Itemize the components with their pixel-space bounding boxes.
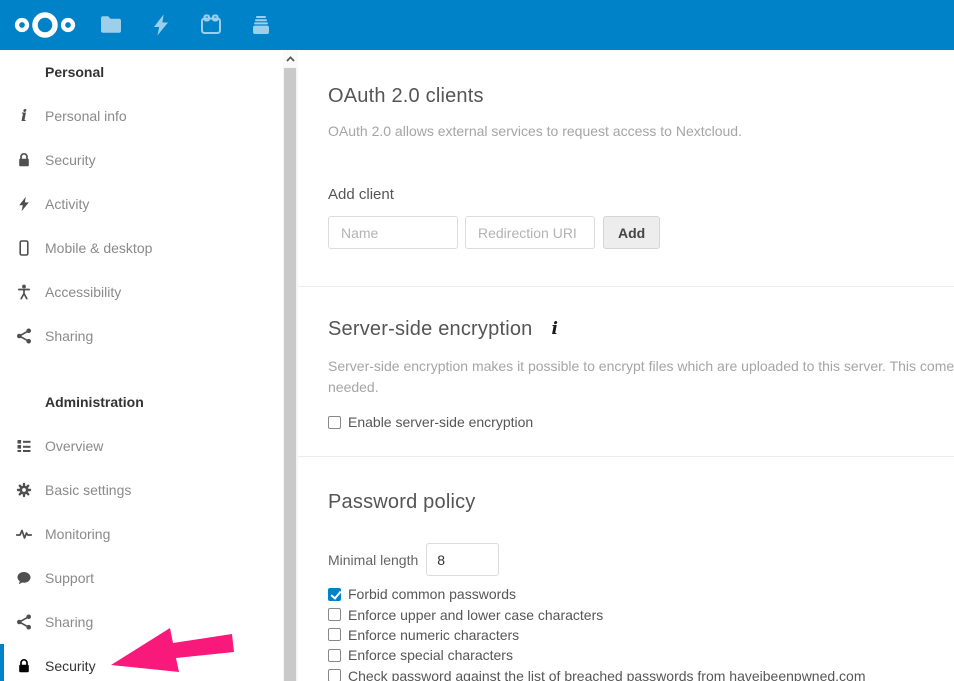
sidebar-scrollbar[interactable] [283, 50, 298, 681]
sidebar-item-sharing-personal[interactable]: Sharing [0, 314, 283, 358]
info-icon: i [16, 108, 32, 124]
nextcloud-logo[interactable] [12, 8, 78, 42]
add-client-heading: Add client [328, 186, 924, 203]
sidebar-item-mobile-desktop[interactable]: Mobile & desktop [0, 226, 283, 270]
scroll-up-button[interactable] [283, 50, 298, 67]
password-policy-options: Forbid common passwords Enforce upper an… [328, 584, 924, 681]
enforce-upper-lower-checkbox[interactable] [328, 608, 341, 621]
files-folder-icon[interactable] [99, 13, 123, 37]
checkbox-label: Forbid common passwords [348, 586, 516, 602]
section-password-policy: Password policy Minimal length Forbid co… [298, 457, 954, 681]
sidebar-item-label: Personal info [45, 108, 127, 124]
encryption-title: Server-side encryption [328, 317, 533, 341]
sidebar-item-overview[interactable]: Overview [0, 424, 283, 468]
mobile-icon [16, 240, 32, 256]
app-navigation [99, 0, 273, 50]
sidebar-item-label: Basic settings [45, 482, 131, 498]
policy-row-special: Enforce special characters [328, 645, 924, 665]
top-header [0, 0, 954, 50]
sidebar-item-label: Security [45, 152, 96, 168]
minimal-length-label: Minimal length [328, 552, 418, 568]
lock-icon [16, 152, 32, 168]
sidebar-item-security-admin[interactable]: Security [0, 644, 283, 681]
share-icon [16, 614, 32, 630]
accessibility-icon [16, 284, 32, 300]
activity-bolt-icon[interactable] [149, 13, 173, 37]
minimal-length-row: Minimal length [328, 543, 924, 576]
sidebar-item-label: Monitoring [45, 526, 110, 542]
sidebar-item-label: Security [45, 658, 96, 674]
enforce-special-checkbox[interactable] [328, 649, 341, 662]
scrollbar-thumb[interactable] [284, 68, 296, 681]
add-client-form: Add [328, 216, 924, 249]
sidebar-item-label: Sharing [45, 328, 93, 344]
add-client-button[interactable]: Add [603, 216, 660, 249]
calendar-icon[interactable] [199, 13, 223, 37]
app-window: Personal i Personal info Security Activi… [0, 0, 954, 681]
sidebar-item-monitoring[interactable]: Monitoring [0, 512, 283, 556]
share-icon [16, 328, 32, 344]
settings-sidebar: Personal i Personal info Security Activi… [0, 50, 298, 681]
sidebar-item-label: Activity [45, 196, 89, 212]
sidebar-item-support[interactable]: Support [0, 556, 283, 600]
redirection-uri-input[interactable] [465, 216, 595, 249]
checkbox-label: Enforce special characters [348, 647, 513, 663]
sidebar-item-personal-info[interactable]: i Personal info [0, 94, 283, 138]
sidebar-item-label: Sharing [45, 614, 93, 630]
sidebar-item-label: Mobile & desktop [45, 240, 152, 256]
chevron-up-icon [286, 56, 295, 62]
checkbox-label: Enable server-side encryption [348, 414, 533, 430]
encryption-hint: Server-side encryption makes it possible… [328, 356, 924, 398]
section-server-side-encryption: Server-side encryption i Server-side enc… [298, 287, 954, 457]
password-policy-title: Password policy [328, 490, 924, 514]
enable-encryption-row: Enable server-side encryption [328, 414, 924, 430]
oauth-title: OAuth 2.0 clients [328, 84, 924, 108]
forbid-common-passwords-checkbox[interactable] [328, 588, 341, 601]
oauth-hint: OAuth 2.0 allows external services to re… [328, 121, 924, 142]
policy-row-numeric: Enforce numeric characters [328, 625, 924, 645]
section-caption-administration: Administration [0, 380, 283, 424]
sidebar-item-label: Accessibility [45, 284, 121, 300]
checkbox-label: Enforce upper and lower case characters [348, 607, 603, 623]
check-hibp-checkbox[interactable] [328, 669, 341, 681]
info-icon[interactable]: i [552, 319, 558, 339]
settings-content: OAuth 2.0 clients OAuth 2.0 allows exter… [298, 50, 954, 681]
section-oauth-clients: OAuth 2.0 clients OAuth 2.0 allows exter… [298, 50, 954, 287]
section-caption-personal: Personal [0, 50, 283, 94]
bolt-icon [16, 196, 32, 212]
sidebar-item-label: Overview [45, 438, 103, 454]
sidebar-item-accessibility[interactable]: Accessibility [0, 270, 283, 314]
sidebar-item-sharing-admin[interactable]: Sharing [0, 600, 283, 644]
sidebar-item-label: Support [45, 570, 94, 586]
client-name-input[interactable] [328, 216, 458, 249]
sidebar-item-activity[interactable]: Activity [0, 182, 283, 226]
deck-icon[interactable] [249, 13, 273, 37]
lock-icon [16, 658, 32, 674]
gear-icon [16, 482, 32, 498]
policy-row-hibp: Check password against the list of breac… [328, 666, 924, 681]
pulse-icon [16, 526, 32, 542]
list-icon [16, 438, 32, 454]
policy-row-upper-lower: Enforce upper and lower case characters [328, 604, 924, 624]
checkbox-label: Check password against the list of breac… [348, 668, 866, 681]
enforce-numeric-checkbox[interactable] [328, 628, 341, 641]
sidebar-item-security-personal[interactable]: Security [0, 138, 283, 182]
settings-nav: Personal i Personal info Security Activi… [0, 50, 283, 681]
policy-row-forbid-common: Forbid common passwords [328, 584, 924, 604]
chat-icon [16, 570, 32, 586]
sidebar-item-basic-settings[interactable]: Basic settings [0, 468, 283, 512]
minimal-length-input[interactable] [426, 543, 499, 576]
enable-encryption-checkbox[interactable] [328, 416, 341, 429]
checkbox-label: Enforce numeric characters [348, 627, 519, 643]
